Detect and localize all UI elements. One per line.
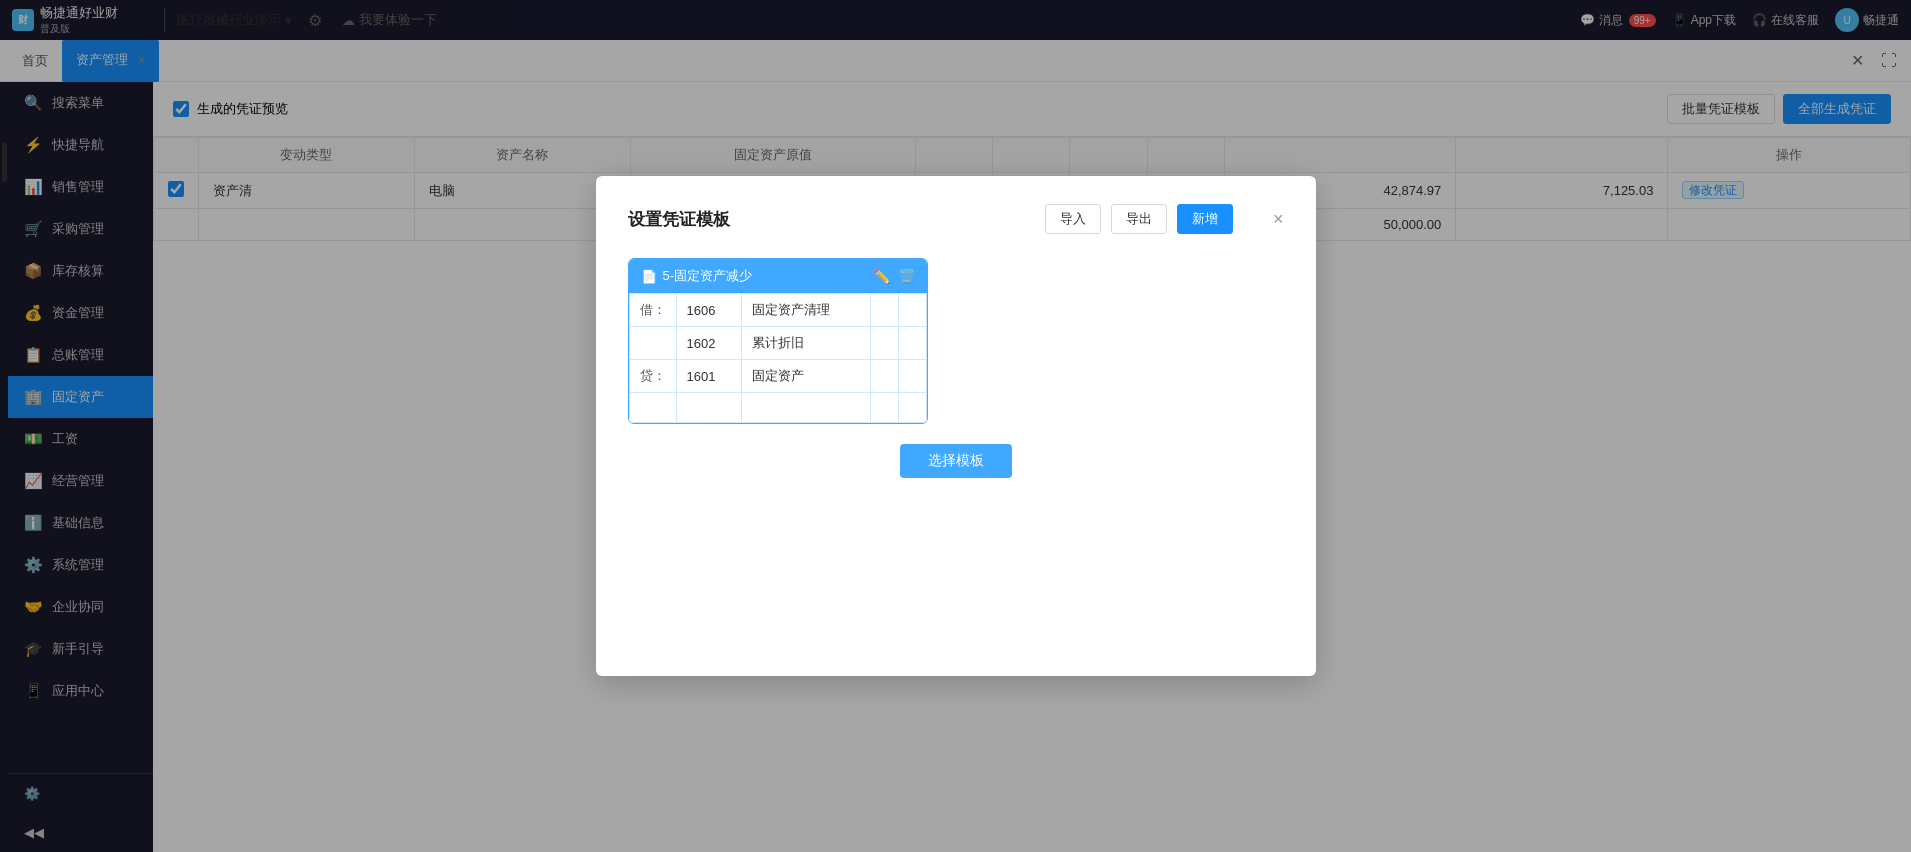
modal-close-button[interactable]: × (1273, 210, 1284, 228)
template-card-header: 📄 5-固定资产减少 ✏️ 🗑️ (629, 259, 927, 293)
entry-debit-1 (871, 294, 898, 327)
entry-type-3: 贷： (629, 360, 676, 393)
entry-code-2: 1602 (676, 327, 741, 360)
card-actions: ✏️ 🗑️ (873, 268, 915, 284)
card-doc-icon: 📄 (641, 269, 657, 284)
modal-title: 设置凭证模板 (628, 208, 730, 231)
entry-name-1: 固定资产清理 (741, 294, 871, 327)
export-button[interactable]: 导出 (1111, 204, 1167, 234)
template-entry-row-1: 借： 1606 固定资产清理 (629, 294, 926, 327)
main-content: 🔍 搜索菜单 ⚡ 快捷导航 📊 销售管理 🛒 采购管理 📦 库存核算 (0, 82, 1911, 852)
entry-debit-3 (871, 360, 898, 393)
card-title-text: 5-固定资产减少 (663, 267, 753, 285)
voucher-template-modal: 设置凭证模板 导入 导出 新增 × 📄 (596, 176, 1316, 676)
new-template-button[interactable]: 新增 (1177, 204, 1233, 234)
empty-col4 (871, 393, 898, 423)
empty-col3 (741, 393, 871, 423)
entry-name-2: 累计折旧 (741, 327, 871, 360)
edit-icon[interactable]: ✏️ (873, 268, 890, 284)
entry-debit-2 (871, 327, 898, 360)
entry-credit-1 (898, 294, 926, 327)
template-card: 📄 5-固定资产减少 ✏️ 🗑️ (628, 258, 928, 424)
entry-code-1: 1606 (676, 294, 741, 327)
entry-credit-2 (898, 327, 926, 360)
entry-code-3: 1601 (676, 360, 741, 393)
modal-header-row: 设置凭证模板 导入 导出 新增 × (628, 204, 1284, 234)
modal-backdrop: 设置凭证模板 导入 导出 新增 × 📄 (153, 82, 1911, 852)
entry-type-1: 借： (629, 294, 676, 327)
empty-col5 (898, 393, 926, 423)
entry-name-3: 固定资产 (741, 360, 871, 393)
entry-credit-3 (898, 360, 926, 393)
page-area: 生成的凭证预览 批量凭证模板 全部生成凭证 变动类型 资产名称 (153, 82, 1911, 852)
template-list: 📄 5-固定资产减少 ✏️ 🗑️ (628, 258, 1284, 424)
select-template-button[interactable]: 选择模板 (900, 444, 1012, 478)
template-empty-row (629, 393, 926, 423)
entry-type-2 (629, 327, 676, 360)
empty-col2 (676, 393, 741, 423)
empty-col1 (629, 393, 676, 423)
template-entry-row-3: 贷： 1601 固定资产 (629, 360, 926, 393)
template-entry-row-2: 1602 累计折旧 (629, 327, 926, 360)
card-title: 📄 5-固定资产减少 (641, 267, 753, 285)
delete-icon[interactable]: 🗑️ (898, 268, 915, 284)
import-button[interactable]: 导入 (1045, 204, 1101, 234)
modal-action-buttons: 导入 导出 新增 (1045, 204, 1233, 234)
template-entry-table: 借： 1606 固定资产清理 1602 (629, 293, 927, 423)
